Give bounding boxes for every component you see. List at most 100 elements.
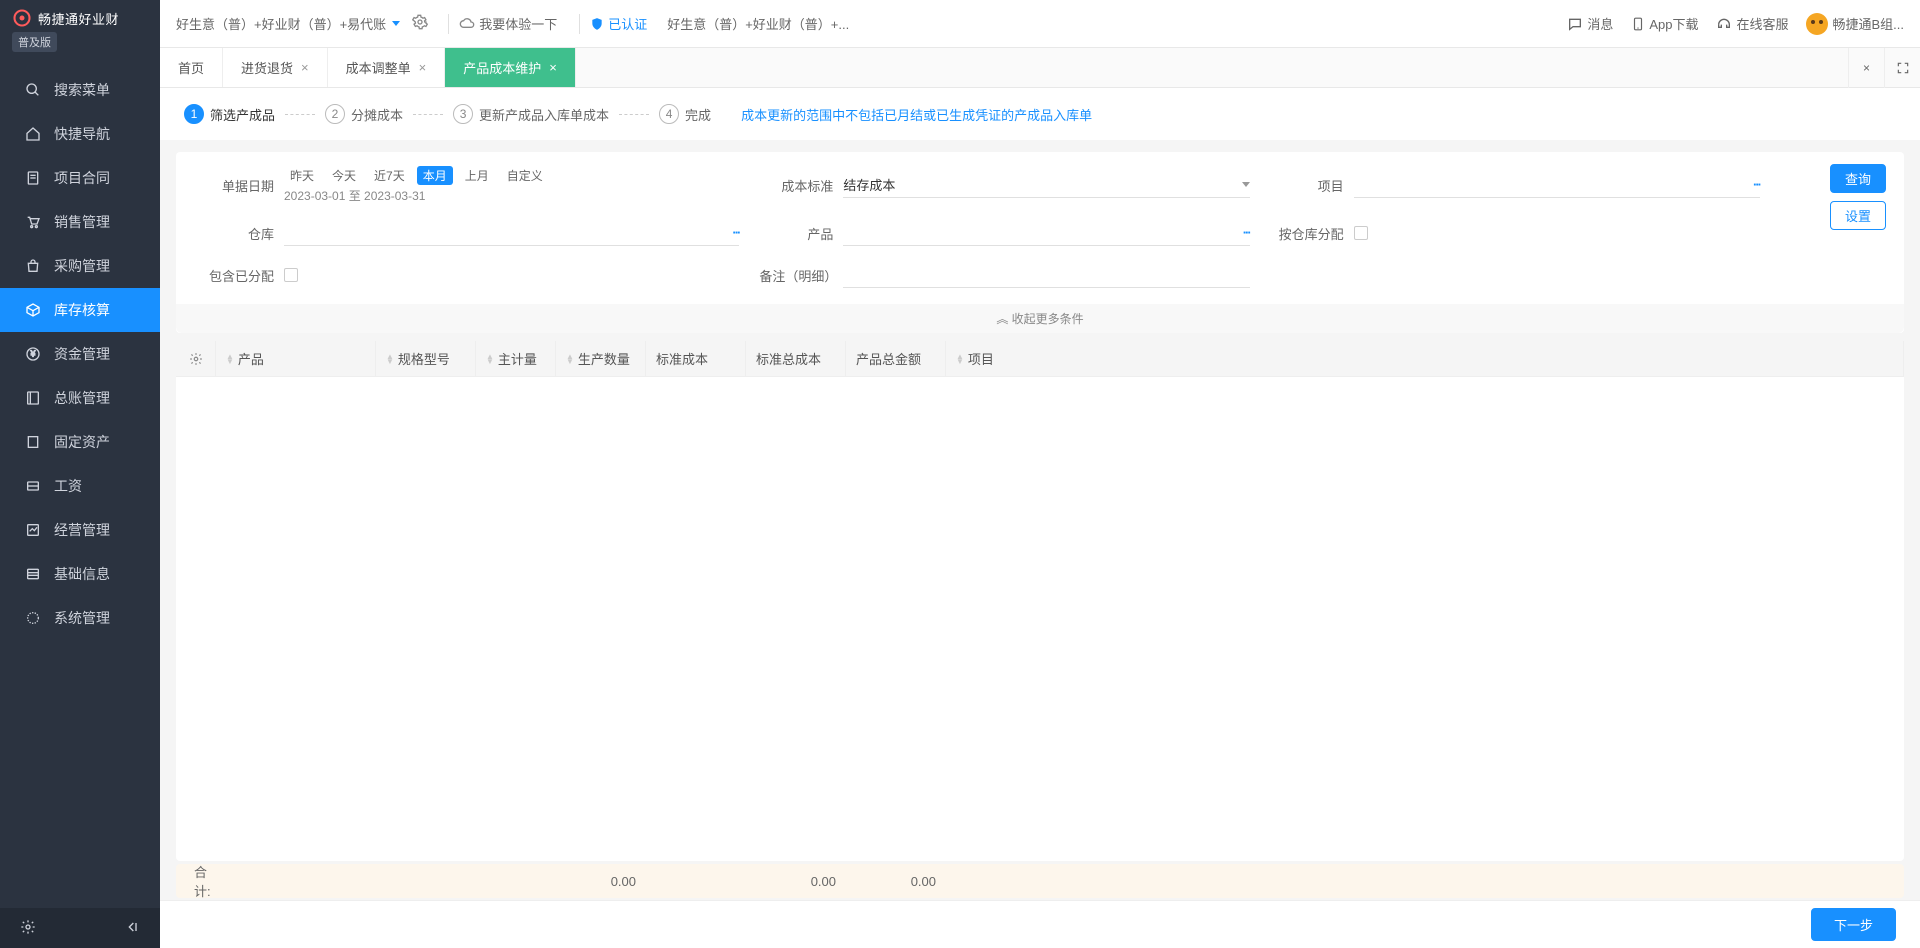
sidebar-item-project[interactable]: 项目合同 xyxy=(0,156,160,200)
sort-icon: ▲▼ xyxy=(386,354,394,364)
dq-today[interactable]: 今天 xyxy=(326,166,362,185)
dq-lastmonth[interactable]: 上月 xyxy=(459,166,495,185)
sidebar-item-operation[interactable]: 经营管理 xyxy=(0,508,160,552)
tab-product-cost[interactable]: 产品成本维护× xyxy=(445,48,576,87)
gear-icon xyxy=(189,352,203,366)
sidebar-item-ledger[interactable]: 总账管理 xyxy=(0,376,160,420)
sum-qty: 0.00 xyxy=(556,874,646,889)
setting-button[interactable]: 设置 xyxy=(1830,201,1886,230)
sort-icon: ▲▼ xyxy=(486,354,494,364)
sidebar-item-search[interactable]: 搜索菜单 xyxy=(0,68,160,112)
col-scost[interactable]: 标准成本 xyxy=(646,341,746,376)
sum-stcost: 0.00 xyxy=(746,874,846,889)
expand-icon xyxy=(1896,61,1910,75)
contract-icon xyxy=(24,169,42,187)
search-icon xyxy=(24,81,42,99)
date-range-text: 2023-03-01 至 2023-03-31 xyxy=(284,187,739,204)
logo-icon xyxy=(12,8,32,28)
verified-suffix: 好生意（普）+好业财（普）+... xyxy=(667,14,849,33)
date-quick-picker: 昨天 今天 近7天 本月 上月 自定义 xyxy=(284,166,739,185)
close-icon[interactable]: × xyxy=(419,60,427,75)
results-table: ▲▼产品 ▲▼规格型号 ▲▼主计量 ▲▼生产数量 标准成本 标准总成本 产品总金… xyxy=(176,341,1904,861)
collapse-conditions[interactable]: ︽ 收起更多条件 xyxy=(176,304,1904,333)
verified-badge[interactable]: 已认证 xyxy=(590,14,647,33)
sidebar-item-base[interactable]: 基础信息 xyxy=(0,552,160,596)
chevron-down-icon xyxy=(392,21,400,26)
topbar-messages[interactable]: 消息 xyxy=(1567,14,1613,33)
product-input[interactable]: ··· xyxy=(843,220,1249,246)
tab-home[interactable]: 首页 xyxy=(160,48,223,87)
product-selector[interactable]: 好生意（普）+好业财（普）+易代账 xyxy=(176,14,400,33)
settings-icon[interactable] xyxy=(412,14,428,33)
table-header: ▲▼产品 ▲▼规格型号 ▲▼主计量 ▲▼生产数量 标准成本 标准总成本 产品总金… xyxy=(176,341,1904,377)
by-warehouse-checkbox[interactable] xyxy=(1354,226,1368,240)
phone-icon xyxy=(1631,16,1645,32)
close-icon[interactable]: × xyxy=(301,60,309,75)
field-project: 项目 ··· xyxy=(1270,172,1880,198)
sidebar-item-sales[interactable]: 销售管理 xyxy=(0,200,160,244)
bag-icon xyxy=(24,257,42,275)
more-icon: ··· xyxy=(732,225,739,240)
money-icon: ¥ xyxy=(24,345,42,363)
chart-icon xyxy=(24,521,42,539)
field-by-warehouse: 按仓库分配 xyxy=(1270,224,1880,243)
col-qty[interactable]: ▲▼生产数量 xyxy=(556,341,646,376)
warehouse-input[interactable]: ··· xyxy=(284,220,739,246)
project-input[interactable]: ··· xyxy=(1354,172,1760,198)
dq-7days[interactable]: 近7天 xyxy=(368,166,411,185)
topbar-app-download[interactable]: App下载 xyxy=(1631,14,1698,33)
column-settings[interactable] xyxy=(176,341,216,376)
close-icon[interactable]: × xyxy=(549,60,557,75)
field-remark: 备注（明细） xyxy=(759,262,1249,288)
query-button[interactable]: 查询 xyxy=(1830,164,1886,193)
tab-purchase-return[interactable]: 进货退货× xyxy=(223,48,328,87)
sidebar-item-salary[interactable]: 工资 xyxy=(0,464,160,508)
field-product: 产品 ··· xyxy=(759,220,1249,246)
steps: 1筛选产成品 2分摊成本 3更新产成品入库单成本 4完成 成本更新的范围中不包括… xyxy=(160,88,1920,140)
gear-icon[interactable] xyxy=(20,919,36,938)
building-icon xyxy=(24,433,42,451)
col-project[interactable]: ▲▼项目 xyxy=(946,341,1904,376)
close-all-tabs[interactable]: × xyxy=(1848,48,1884,88)
collapse-sidebar-icon[interactable] xyxy=(124,919,140,938)
remark-input[interactable] xyxy=(843,262,1249,288)
sidebar-item-quicknav[interactable]: 快捷导航 xyxy=(0,112,160,156)
sidebar-item-fund[interactable]: ¥资金管理 xyxy=(0,332,160,376)
book-icon xyxy=(24,389,42,407)
gear-outline-icon xyxy=(24,609,42,627)
step-4: 4完成 xyxy=(659,104,711,124)
next-button[interactable]: 下一步 xyxy=(1811,908,1896,941)
col-unit[interactable]: ▲▼主计量 xyxy=(476,341,556,376)
filter-panel: 查询 设置 单据日期 昨天 今天 近7天 本月 上月 自定义 2023-03-0… xyxy=(176,152,1904,333)
fullscreen-toggle[interactable] xyxy=(1884,48,1920,88)
topbar-service[interactable]: 在线客服 xyxy=(1716,14,1788,33)
col-product[interactable]: ▲▼产品 xyxy=(216,341,376,376)
sidebar-item-inventory[interactable]: 库存核算 xyxy=(0,288,160,332)
cart-icon xyxy=(24,213,42,231)
dq-month[interactable]: 本月 xyxy=(417,166,453,185)
footer-bar: 下一步 xyxy=(160,900,1920,948)
try-link[interactable]: 我要体验一下 xyxy=(459,14,557,33)
more-icon: ··· xyxy=(1753,177,1760,192)
steps-note: 成本更新的范围中不包括已月结或已生成凭证的产成品入库单 xyxy=(741,105,1092,124)
include-allocated-checkbox[interactable] xyxy=(284,268,298,282)
dq-custom[interactable]: 自定义 xyxy=(501,166,549,185)
shield-icon xyxy=(590,17,604,31)
field-include-allocated: 包含已分配 xyxy=(200,266,739,285)
sidebar-item-fixed-asset[interactable]: 固定资产 xyxy=(0,420,160,464)
col-amount[interactable]: 产品总金额 xyxy=(846,341,946,376)
col-stcost[interactable]: 标准总成本 xyxy=(746,341,846,376)
sidebar-item-purchase[interactable]: 采购管理 xyxy=(0,244,160,288)
headset-icon xyxy=(1716,16,1732,32)
sidebar-item-system[interactable]: 系统管理 xyxy=(0,596,160,640)
col-spec[interactable]: ▲▼规格型号 xyxy=(376,341,476,376)
tab-cost-adjust[interactable]: 成本调整单× xyxy=(328,48,446,87)
more-icon: ··· xyxy=(1243,225,1250,240)
tabs-row: 首页 进货退货× 成本调整单× 产品成本维护× × xyxy=(160,48,1920,88)
sort-icon: ▲▼ xyxy=(226,354,234,364)
database-icon xyxy=(24,565,42,583)
cost-standard-select[interactable]: 结存成本 xyxy=(843,172,1249,198)
dq-yesterday[interactable]: 昨天 xyxy=(284,166,320,185)
main-area: 1筛选产成品 2分摊成本 3更新产成品入库单成本 4完成 成本更新的范围中不包括… xyxy=(160,88,1920,948)
topbar-user[interactable]: 畅捷通B组... xyxy=(1806,13,1904,35)
